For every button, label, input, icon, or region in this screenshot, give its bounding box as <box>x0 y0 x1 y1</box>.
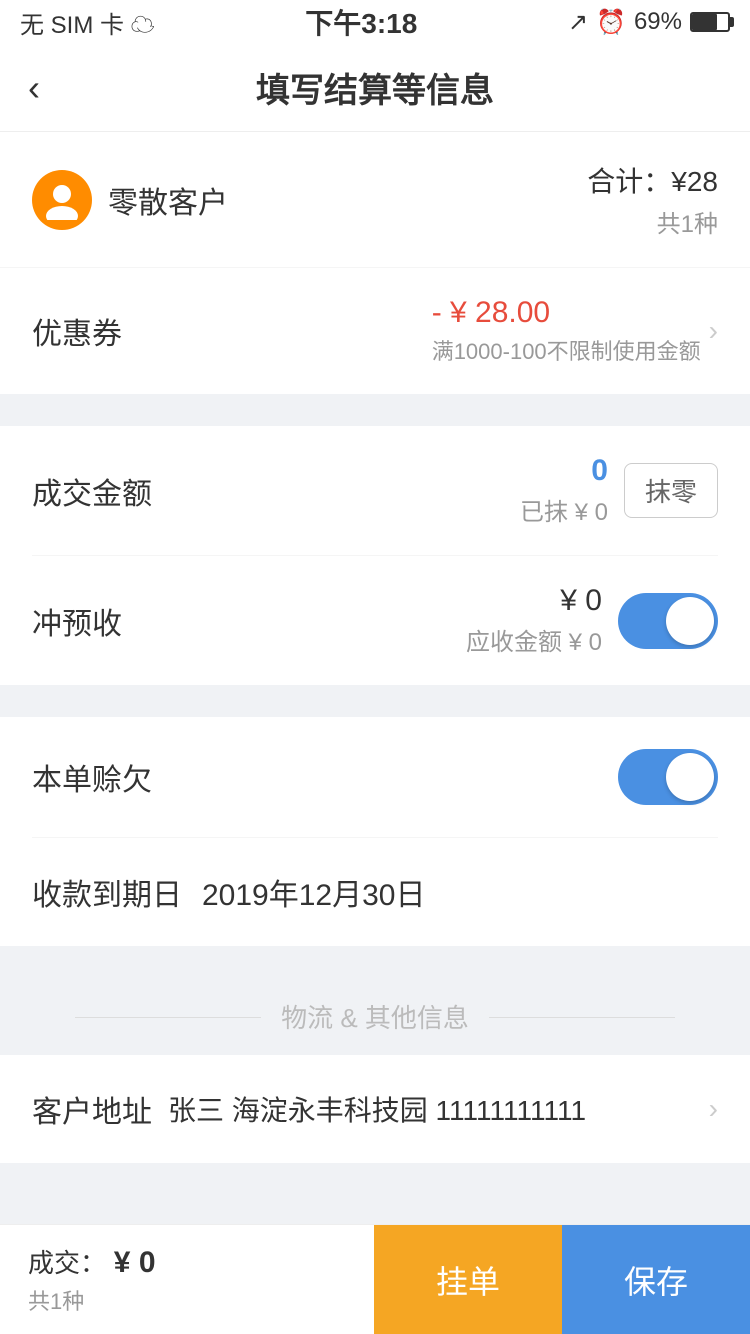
content: 零散客户 合计：¥28 共1种 优惠券 - ¥ 28.00 满1000-100不… <box>0 132 750 1299</box>
transaction-label: 成交金额 <box>32 469 152 513</box>
prepay-label: 冲预收 <box>32 599 122 643</box>
back-button[interactable]: ‹ <box>28 67 40 109</box>
due-date-value: 2019年12月30日 <box>202 870 425 914</box>
status-bar: 无 SIM 卡 ☁ 下午3:18 ↗ ⏰ 69% <box>0 0 750 44</box>
section-divider-1 <box>0 410 750 426</box>
customer-name: 零散客户 <box>108 178 228 222</box>
coupon-info: - ¥ 28.00 满1000-100不限制使用金额 <box>432 296 701 366</box>
prepay-right: ¥ 0 应收金额 ¥ 0 <box>466 584 718 657</box>
section-divider-2 <box>0 701 750 717</box>
customer-left: 零散客户 <box>32 170 228 230</box>
alarm-icon: ⏰ <box>596 8 626 37</box>
bottom-bar: 成交： ¥ 0 共1种 挂单 保存 <box>0 1224 750 1334</box>
prepay-amount: ¥ 0 <box>466 584 602 618</box>
status-time: 下午3:18 <box>305 2 417 42</box>
status-left: 无 SIM 卡 ☁ <box>20 5 155 40</box>
prepay-toggle[interactable] <box>618 593 718 649</box>
customer-count: 共1种 <box>587 204 718 239</box>
customer-right: 合计：¥28 共1种 <box>587 160 718 239</box>
address-value: 张三 海淀永丰科技园 11111111111 <box>168 1089 693 1129</box>
battery-text: 69% <box>634 8 682 36</box>
bottom-trade-amount: ¥ 0 <box>114 1246 156 1279</box>
transaction-row: 成交金额 0 已抹 ¥ 0 抹零 <box>32 426 718 556</box>
prepay-sub: 应收金额 ¥ 0 <box>466 622 602 657</box>
address-label: 客户地址 <box>32 1087 152 1131</box>
save-button[interactable]: 保存 <box>562 1225 750 1334</box>
nav-bar: ‹ 填写结算等信息 <box>0 44 750 132</box>
battery-icon <box>690 12 730 32</box>
transaction-sub: 已抹 ¥ 0 <box>520 492 608 527</box>
credit-toggle[interactable] <box>618 749 718 805</box>
hang-button[interactable]: 挂单 <box>374 1225 562 1334</box>
prepay-amount-group: ¥ 0 应收金额 ¥ 0 <box>466 584 602 657</box>
customer-avatar <box>32 170 92 230</box>
coupon-desc: 满1000-100不限制使用金额 <box>432 334 701 366</box>
prepay-row: 冲预收 ¥ 0 应收金额 ¥ 0 <box>32 556 718 685</box>
due-date-label: 收款到期日 <box>32 870 182 914</box>
due-date-row: 收款到期日 2019年12月30日 <box>32 838 718 946</box>
customer-row: 零散客户 合计：¥28 共1种 <box>0 132 750 268</box>
address-row[interactable]: 客户地址 张三 海淀永丰科技园 11111111111 › <box>32 1055 718 1163</box>
coupon-discount: - ¥ 28.00 <box>432 296 701 330</box>
coupon-label: 优惠券 <box>32 309 122 353</box>
credit-label: 本单赊欠 <box>32 755 152 799</box>
address-section: 客户地址 张三 海淀永丰科技园 11111111111 › <box>0 1055 750 1163</box>
coupon-right: - ¥ 28.00 满1000-100不限制使用金额 › <box>432 296 718 366</box>
round-zero-button[interactable]: 抹零 <box>624 463 718 518</box>
transaction-right: 0 已抹 ¥ 0 抹零 <box>520 454 718 527</box>
sim-text: 无 SIM 卡 ☁ <box>20 5 155 40</box>
logistics-header-text: 物流 & 其他信息 <box>261 1003 489 1033</box>
bottom-count: 共1种 <box>28 1284 346 1316</box>
avatar-icon <box>42 180 82 220</box>
bottom-trade-label: 成交： <box>28 1248 106 1278</box>
credit-row: 本单赊欠 <box>32 717 718 838</box>
transaction-value: 0 <box>591 454 608 487</box>
customer-card: 零散客户 合计：¥28 共1种 优惠券 - ¥ 28.00 满1000-100不… <box>0 132 750 394</box>
bottom-trade-line: 成交： ¥ 0 <box>28 1243 346 1280</box>
coupon-chevron-icon: › <box>709 315 718 347</box>
transaction-value-group: 0 已抹 ¥ 0 <box>520 454 608 527</box>
address-chevron-icon: › <box>709 1093 718 1125</box>
location-icon: ↗ <box>568 8 588 37</box>
bottom-info: 成交： ¥ 0 共1种 <box>0 1243 374 1316</box>
section-divider-3 <box>0 962 750 978</box>
credit-section: 本单赊欠 收款到期日 2019年12月30日 <box>0 717 750 946</box>
coupon-row[interactable]: 优惠券 - ¥ 28.00 满1000-100不限制使用金额 › <box>0 268 750 394</box>
customer-total: 合计：¥28 <box>587 160 718 200</box>
transaction-section: 成交金额 0 已抹 ¥ 0 抹零 冲预收 ¥ 0 应收金额 ¥ 0 <box>0 426 750 685</box>
status-right: ↗ ⏰ 69% <box>568 8 730 37</box>
page-title: 填写结算等信息 <box>256 63 494 112</box>
logistics-header: 物流 & 其他信息 <box>0 978 750 1055</box>
